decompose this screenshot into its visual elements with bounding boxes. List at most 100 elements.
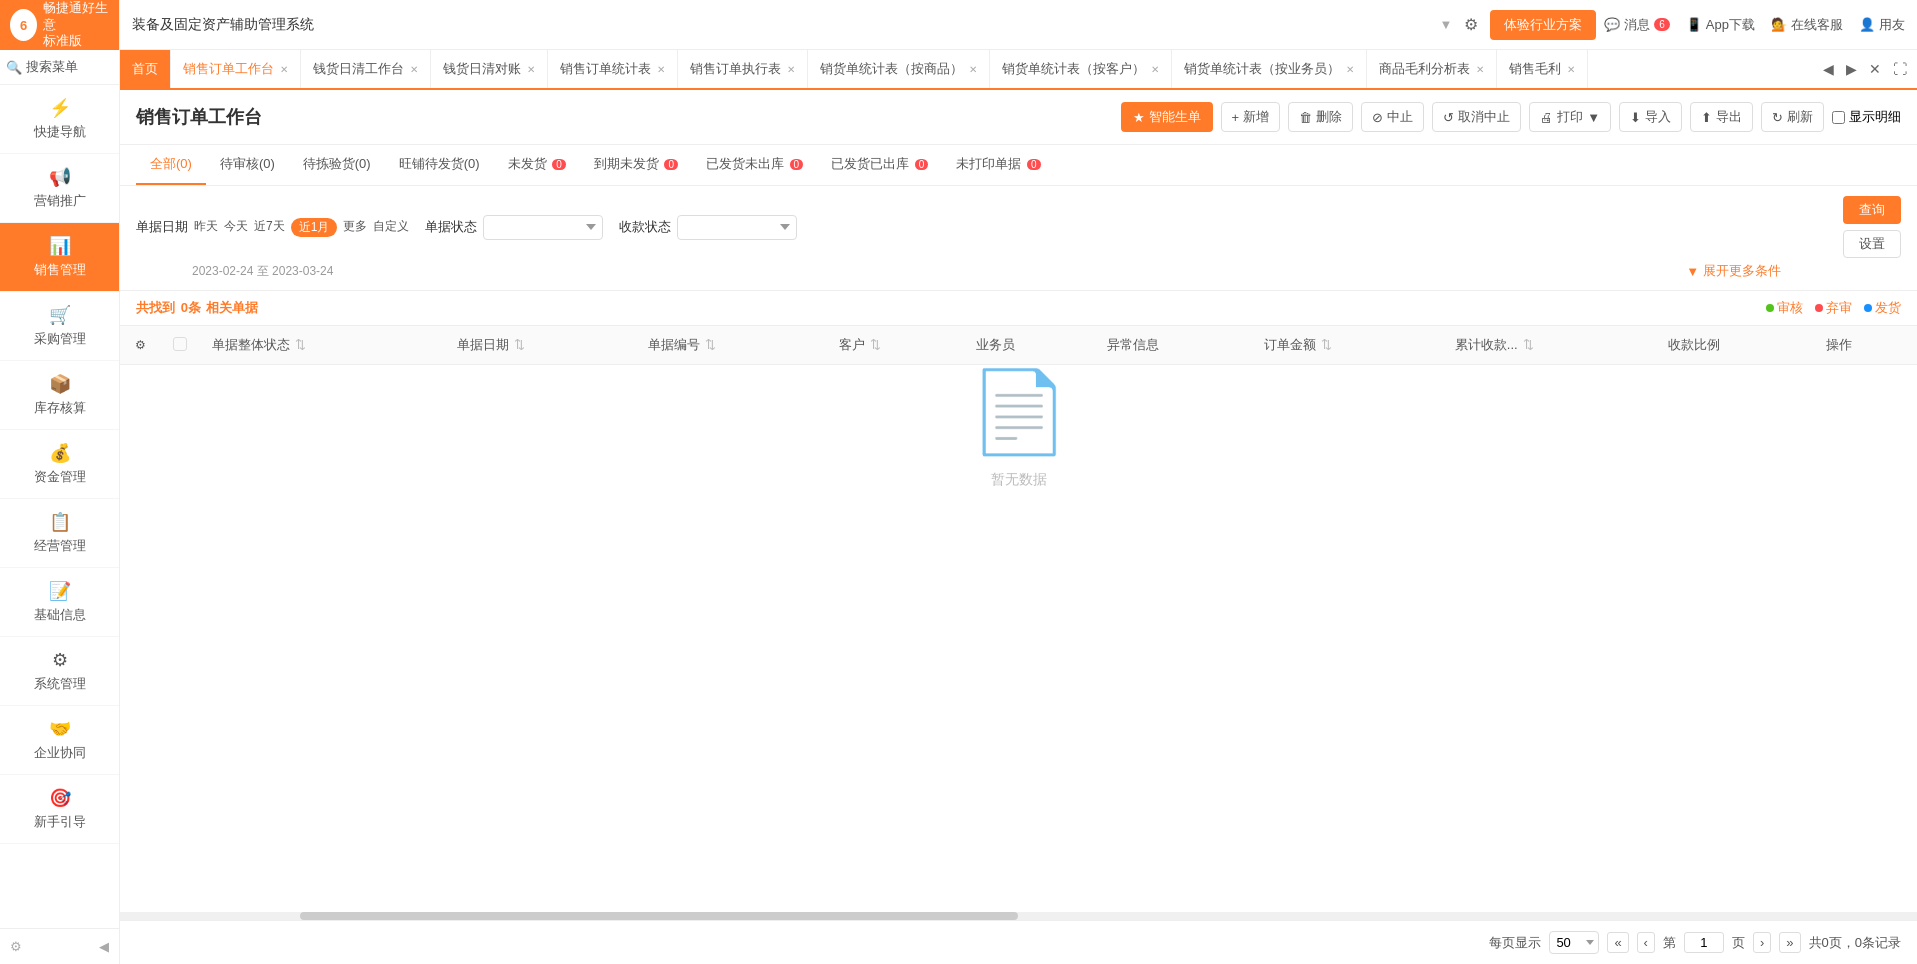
subtab-shipped-not-out[interactable]: 已发货未出库 0: [692, 145, 817, 185]
online-service-action[interactable]: 💁 在线客服: [1771, 16, 1843, 34]
sidebar-item-guide[interactable]: 🎯 新手引导: [0, 775, 119, 844]
date-yesterday[interactable]: 昨天: [194, 218, 218, 237]
review-action[interactable]: 审核: [1766, 299, 1803, 317]
ship-label: 发货: [1875, 299, 1901, 317]
tab-product-margin[interactable]: 商品毛利分析表 ✕: [1367, 50, 1497, 89]
per-page-select[interactable]: 50 20 100: [1549, 931, 1599, 954]
ship-action[interactable]: 发货: [1864, 299, 1901, 317]
sidebar-item-marketing[interactable]: 📢 营销推广: [0, 154, 119, 223]
subtab-wangpu[interactable]: 旺铺待发货(0): [385, 145, 494, 185]
user-action[interactable]: 👤 用友: [1859, 16, 1905, 34]
tab-fullscreen-btn[interactable]: ⛶: [1889, 59, 1911, 79]
topbar-dropdown-icon[interactable]: ▼: [1439, 17, 1452, 32]
subtab-pending-check[interactable]: 待拣验货(0): [289, 145, 385, 185]
tab-sales-stats-customer[interactable]: 销货单统计表（按客户） ✕: [990, 50, 1172, 89]
tab-sales-order[interactable]: 销售订单工作台 ✕: [171, 50, 301, 90]
tab-close-icon[interactable]: ✕: [527, 64, 535, 75]
sidebar-search[interactable]: 🔍 搜索菜单: [0, 50, 119, 85]
smart-btn[interactable]: ★ 智能生单: [1121, 102, 1213, 132]
add-btn[interactable]: + 新增: [1221, 102, 1281, 132]
settings-icon[interactable]: ⚙: [10, 939, 22, 954]
subtab-pending-review[interactable]: 待审核(0): [206, 145, 289, 185]
subtab-overdue[interactable]: 到期未发货 0: [580, 145, 692, 185]
show-detail-input[interactable]: [1832, 111, 1845, 124]
expand-btn[interactable]: ▼ 展开更多条件: [1686, 262, 1781, 280]
first-page-btn[interactable]: «: [1607, 932, 1628, 953]
col-received[interactable]: 累计收款... ⇅: [1443, 326, 1656, 365]
tab-close-icon[interactable]: ✕: [1567, 64, 1575, 75]
table-scroll-area[interactable]: ⚙ 单据整体状态 ⇅ 单据日期 ⇅: [120, 326, 1917, 912]
tab-prev-btn[interactable]: ◀: [1819, 59, 1838, 79]
tab-close-icon[interactable]: ✕: [787, 64, 795, 75]
export-btn[interactable]: ⬆ 导出: [1690, 102, 1753, 132]
tab-cash-daily[interactable]: 钱货日清工作台 ✕: [301, 50, 431, 89]
suspend-btn[interactable]: ⊘ 中止: [1361, 102, 1424, 132]
tab-next-btn[interactable]: ▶: [1842, 59, 1861, 79]
select-all-checkbox[interactable]: [173, 337, 187, 351]
sidebar-item-quick-nav[interactable]: ⚡ 快捷导航: [0, 85, 119, 154]
unsuspend-btn[interactable]: ↺ 取消中止: [1432, 102, 1521, 132]
sidebar-item-purchase[interactable]: 🛒 采购管理: [0, 292, 119, 361]
tab-sales-stats-salesman[interactable]: 销货单统计表（按业务员） ✕: [1172, 50, 1367, 89]
tab-close-icon[interactable]: ✕: [1151, 64, 1159, 75]
app-download-action[interactable]: 📱 App下载: [1686, 16, 1755, 34]
date-more[interactable]: 更多: [343, 218, 367, 237]
tab-sales-stats[interactable]: 销售订单统计表 ✕: [548, 50, 678, 89]
industry-btn[interactable]: 体验行业方案: [1490, 10, 1596, 40]
col-customer[interactable]: 客户 ⇅: [827, 326, 964, 365]
tab-close-icon[interactable]: ✕: [280, 64, 288, 75]
col-date[interactable]: 单据日期 ⇅: [445, 326, 636, 365]
tab-close-icon[interactable]: ✕: [657, 64, 665, 75]
message-action[interactable]: 💬 消息 6: [1604, 16, 1670, 34]
tab-close-icon[interactable]: ✕: [969, 64, 977, 75]
print-btn[interactable]: 🖨 打印 ▼: [1529, 102, 1611, 132]
subtab-shipped-out[interactable]: 已发货已出库 0: [817, 145, 942, 185]
date-today[interactable]: 今天: [224, 218, 248, 237]
tab-close-all-btn[interactable]: ✕: [1865, 59, 1885, 79]
prev-page-btn[interactable]: ‹: [1637, 932, 1655, 953]
sidebar-item-enterprise[interactable]: 🤝 企业协同: [0, 706, 119, 775]
col-checkbox[interactable]: [160, 326, 200, 365]
subtab-all[interactable]: 全部(0): [136, 145, 206, 185]
tab-sales-profit[interactable]: 销售毛利 ✕: [1497, 50, 1588, 89]
next-page-btn[interactable]: ›: [1753, 932, 1771, 953]
col-number[interactable]: 单据编号 ⇅: [636, 326, 827, 365]
sidebar-item-system[interactable]: ⚙ 系统管理: [0, 637, 119, 706]
delete-btn[interactable]: 🗑 删除: [1288, 102, 1353, 132]
col-settings[interactable]: ⚙: [120, 326, 160, 365]
last-page-btn[interactable]: »: [1779, 932, 1800, 953]
tab-close-icon[interactable]: ✕: [410, 64, 418, 75]
set-btn[interactable]: 设置: [1843, 230, 1901, 258]
topbar-settings-icon[interactable]: ⚙: [1460, 11, 1482, 38]
collapse-icon[interactable]: ◀: [99, 939, 109, 954]
sidebar-item-inventory[interactable]: 📦 库存核算: [0, 361, 119, 430]
receipt-select[interactable]: [677, 215, 797, 240]
show-detail-checkbox[interactable]: 显示明细: [1832, 108, 1901, 126]
tab-sales-stats-product[interactable]: 销货单统计表（按商品） ✕: [808, 50, 990, 89]
tab-close-icon[interactable]: ✕: [1476, 64, 1484, 75]
subtab-not-printed[interactable]: 未打印单据 0: [942, 145, 1054, 185]
filter-row: 单据日期 昨天 今天 近7天 近1月 更多 自定义 单据状态: [136, 196, 1901, 258]
tab-close-icon[interactable]: ✕: [1346, 64, 1354, 75]
horizontal-scrollbar[interactable]: [120, 912, 1917, 920]
tab-sales-exec[interactable]: 销售订单执行表 ✕: [678, 50, 808, 89]
import-btn[interactable]: ⬇ 导入: [1619, 102, 1682, 132]
sidebar-item-sales[interactable]: 📊 销售管理: [0, 223, 119, 292]
sidebar-item-operation[interactable]: 📋 经营管理: [0, 499, 119, 568]
date-1month[interactable]: 近1月: [291, 218, 338, 237]
col-status[interactable]: 单据整体状态 ⇅: [200, 326, 445, 365]
sidebar-item-basic[interactable]: 📝 基础信息: [0, 568, 119, 637]
col-amount[interactable]: 订单金额 ⇅: [1252, 326, 1443, 365]
status-select[interactable]: [483, 215, 603, 240]
sidebar-item-finance[interactable]: 💰 资金管理: [0, 430, 119, 499]
query-btn[interactable]: 查询: [1843, 196, 1901, 224]
date-custom[interactable]: 自定义: [373, 218, 409, 237]
tab-cash-reconcile[interactable]: 钱货日清对账 ✕: [431, 50, 548, 89]
tab-home[interactable]: 首页: [120, 50, 171, 89]
scrollbar-thumb[interactable]: [300, 912, 1019, 920]
unreviewed-action[interactable]: 弃审: [1815, 299, 1852, 317]
subtab-not-shipped[interactable]: 未发货 0: [494, 145, 580, 185]
page-input[interactable]: [1684, 932, 1724, 953]
refresh-btn[interactable]: ↻ 刷新: [1761, 102, 1824, 132]
date-7days[interactable]: 近7天: [254, 218, 285, 237]
